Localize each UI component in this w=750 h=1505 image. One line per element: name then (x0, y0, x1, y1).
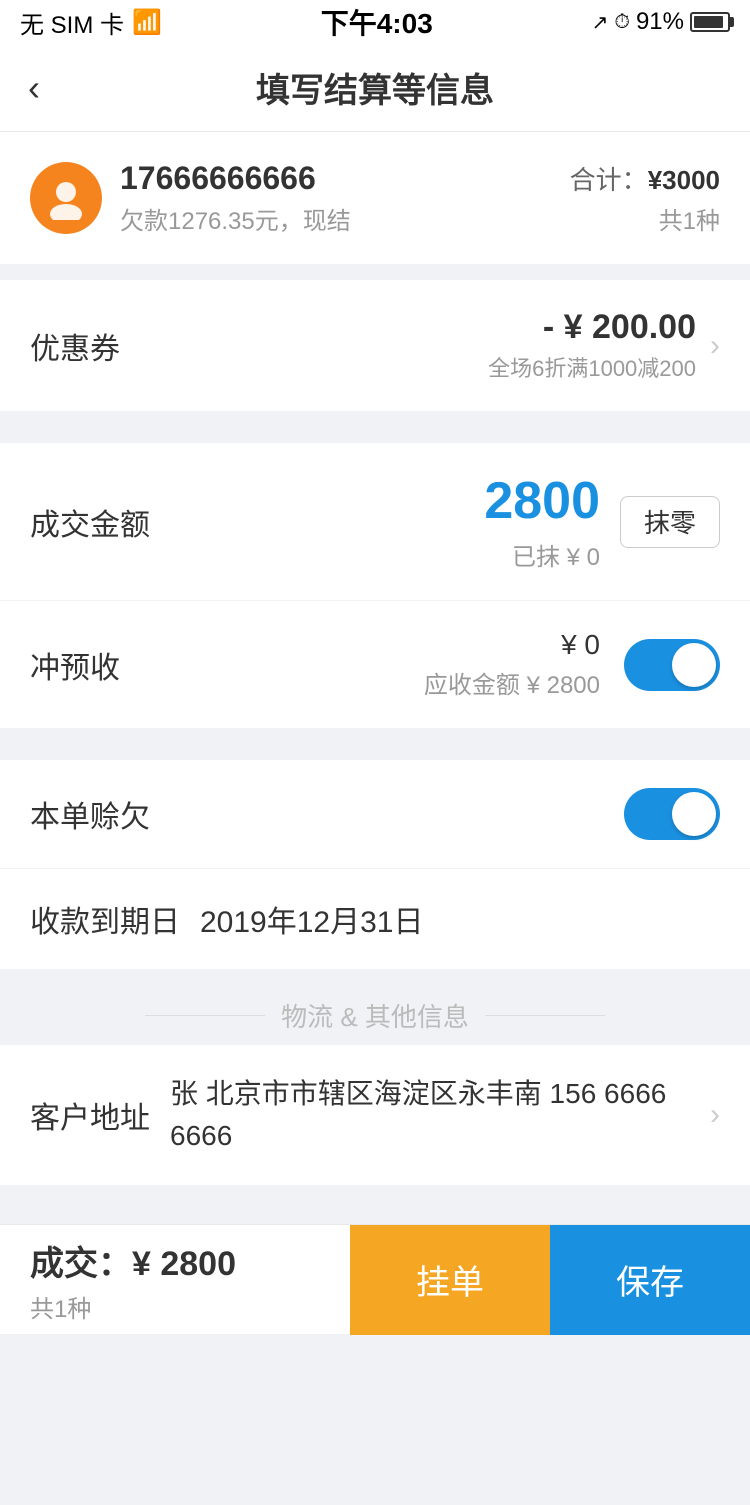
battery-percent: 91% (636, 8, 684, 36)
user-left: 17666666666 欠款1276.35元，现结 (30, 160, 351, 236)
prepay-row: 冲预收 ¥ 0 应收金额 ¥ 2800 (30, 629, 720, 700)
prepay-right: ¥ 0 应收金额 ¥ 2800 (424, 629, 720, 700)
prepay-toggle[interactable] (624, 639, 720, 691)
user-sub-text: 欠款1276.35元，现结 (120, 201, 351, 236)
coupon-info: - ¥ 200.00 全场6折满1000减200 (488, 308, 696, 383)
chevron-right-icon: › (710, 329, 720, 363)
total-label: 合计：¥3000 (570, 160, 720, 197)
coupon-label: 优惠券 (30, 324, 120, 368)
duedate-section: 收款到期日 2019年12月31日 (0, 869, 750, 969)
user-row: 17666666666 欠款1276.35元，现结 合计：¥3000 共1种 (30, 160, 720, 236)
prepay-label: 冲预收 (30, 643, 120, 687)
duedate-row: 收款到期日 2019年12月31日 (30, 897, 720, 941)
status-right: ↗ ⏱ 91% (592, 8, 730, 36)
address-row: 客户地址 张 北京市市辖区海淀区永丰南 156 6666 6666 › (30, 1073, 720, 1157)
coupon-right: - ¥ 200.00 全场6折满1000减200 › (488, 308, 720, 383)
amount-row: 成交金额 2800 已抹 ¥ 0 抹零 (30, 471, 720, 572)
coupon-desc: 全场6折满1000减200 (488, 351, 696, 383)
section-divider-2 (0, 728, 750, 744)
status-bar: 无 SIM 卡 📶 下午4:03 ↗ ⏱ 91% (0, 0, 750, 44)
location-icon: ↗ (592, 10, 609, 35)
debt-toggle-knob (672, 792, 716, 836)
pending-button[interactable]: 挂单 (350, 1225, 550, 1335)
bottom-deal-label: 成交： (30, 1245, 132, 1283)
address-value: 张 北京市市辖区海淀区永丰南 156 6666 6666 (170, 1073, 700, 1157)
amount-value: 2800 (484, 471, 600, 531)
bottom-deal: 成交：¥ 2800 (30, 1236, 320, 1285)
page-title: 填写结算等信息 (256, 63, 494, 112)
duedate-value: 2019年12月31日 (200, 897, 423, 941)
bottom-deal-value: ¥ 2800 (132, 1245, 236, 1283)
bottom-summary: 成交：¥ 2800 共1种 (0, 1236, 350, 1324)
user-info: 17666666666 欠款1276.35元，现结 (120, 160, 351, 236)
user-right: 合计：¥3000 共1种 (570, 160, 720, 236)
total-count: 共1种 (570, 201, 720, 236)
amount-section: 成交金额 2800 已抹 ¥ 0 抹零 (0, 443, 750, 600)
coupon-row[interactable]: 优惠券 - ¥ 200.00 全场6折满1000减200 › (0, 280, 750, 411)
debt-row: 本单赊欠 (30, 788, 720, 840)
debt-section: 本单赊欠 (0, 760, 750, 868)
prepay-section: 冲预收 ¥ 0 应收金额 ¥ 2800 (0, 601, 750, 728)
logistics-divider: 物流 & 其他信息 (0, 985, 750, 1045)
user-card: 17666666666 欠款1276.35元，现结 合计：¥3000 共1种 (0, 132, 750, 264)
carrier-label: 无 SIM 卡 (20, 5, 124, 40)
battery-fill (694, 16, 723, 28)
debt-toggle[interactable] (624, 788, 720, 840)
alarm-icon: ⏱ (614, 11, 630, 34)
address-label: 客户地址 (30, 1093, 150, 1137)
wifi-icon: 📶 (132, 8, 162, 37)
bottom-count: 共1种 (30, 1289, 320, 1324)
amount-right: 2800 已抹 ¥ 0 抹零 (484, 471, 720, 572)
user-phone: 17666666666 (120, 160, 351, 197)
amount-label: 成交金额 (30, 500, 150, 544)
address-section[interactable]: 客户地址 张 北京市市辖区海淀区永丰南 156 6666 6666 › (0, 1045, 750, 1185)
round-btn[interactable]: 抹零 (620, 496, 720, 548)
save-button[interactable]: 保存 (550, 1225, 750, 1335)
avatar-icon (44, 176, 88, 220)
back-button[interactable]: ‹ (28, 67, 40, 109)
status-time: 下午4:03 (321, 2, 433, 42)
duedate-label: 收款到期日 (30, 897, 180, 941)
logistics-line-right (485, 1015, 605, 1016)
amount-sub: 已抹 ¥ 0 (484, 537, 600, 572)
section-divider-1 (0, 427, 750, 443)
bottom-bar: 成交：¥ 2800 共1种 挂单 保存 (0, 1224, 750, 1334)
amount-value-wrapper: 2800 已抹 ¥ 0 (484, 471, 600, 572)
debt-label: 本单赊欠 (30, 792, 150, 836)
coupon-discount: - ¥ 200.00 (488, 308, 696, 347)
status-left: 无 SIM 卡 📶 (20, 5, 162, 40)
prepay-sub: 应收金额 ¥ 2800 (424, 665, 600, 700)
nav-bar: ‹ 填写结算等信息 (0, 44, 750, 132)
logistics-line-left (145, 1015, 265, 1016)
address-chevron-icon: › (710, 1098, 720, 1132)
logistics-label: 物流 & 其他信息 (145, 997, 605, 1034)
avatar (30, 162, 102, 234)
prepay-amount: ¥ 0 (424, 629, 600, 661)
toggle-knob (672, 643, 716, 687)
battery-icon (690, 12, 730, 32)
prepay-values: ¥ 0 应收金额 ¥ 2800 (424, 629, 600, 700)
